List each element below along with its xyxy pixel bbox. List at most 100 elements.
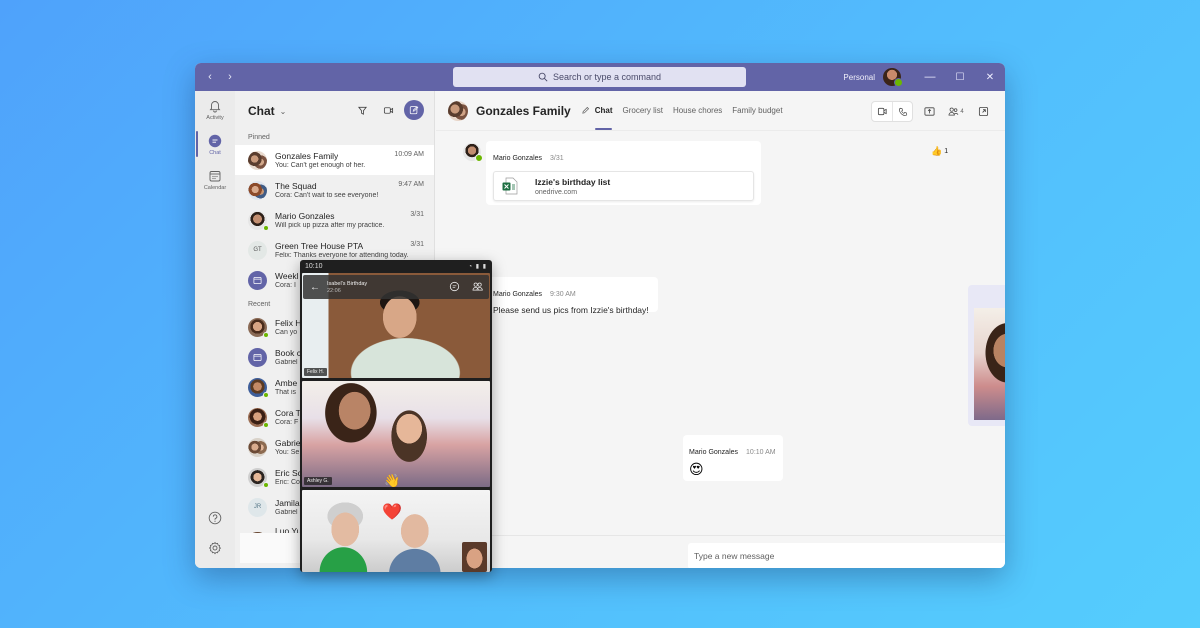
video-tile-ashley[interactable]: Ashley G. 👋 [302,381,490,487]
help-button[interactable] [195,511,235,525]
photo-mother-daughter[interactable] [974,308,1005,420]
chat-name: Felix H [275,318,302,328]
new-chat-button[interactable] [404,100,424,120]
presence-available-icon [263,224,269,231]
signal-battery-icon: ◔ ▮ ▮ [468,263,487,270]
profile-avatar[interactable] [883,68,903,87]
message-text: Mario Gonzales 9:30 AM Please send us pic… [486,277,658,315]
message-sender: Mario Gonzales [493,155,543,162]
back-arrow-icon[interactable]: ← [303,282,327,293]
chat-name: Jamila [275,498,300,508]
close-button[interactable]: ✕ [975,63,1005,91]
calendar-icon [253,276,262,284]
conversation-header: Gonzales Family Chat Grocery list House … [436,91,1005,131]
group-avatar [448,100,468,121]
file-host: onedrive.com [535,188,578,196]
back-button[interactable]: ‹ [204,71,216,83]
conversation-pane: Gonzales Family Chat Grocery list House … [436,91,1005,568]
chat-name: Mario Gonzales [275,211,335,221]
message-input[interactable]: Type a new message [688,543,1005,568]
chat-preview: You: Can't get enough of her. [275,162,366,169]
chat-name: Gabrie [275,438,301,448]
chat-item-mario-gonzales[interactable]: Mario Gonzales 3/31 Will pick up pizza af… [235,205,434,235]
rail-item-activity[interactable]: Activity [195,99,235,121]
reaction-like[interactable]: 👍 1 [931,146,948,157]
chat-name: The Squad [275,181,317,191]
search-box[interactable]: Search or type a command [453,67,746,87]
bell-icon [209,101,221,113]
rail-label: Calendar [203,185,227,191]
chevron-down-icon[interactable]: ⌄ [280,107,287,116]
user-avatar [248,407,269,428]
chat-item-the-squad[interactable]: The Squad 9:47 AM Cora: Can't wait to see… [235,175,434,205]
self-view-thumbnail[interactable] [462,542,487,572]
message-input-placeholder: Type a new message [694,551,775,561]
chat-preview: Will pick up pizza after my practice. [275,222,385,229]
meet-now-button[interactable] [378,100,398,120]
rail-label: Activity [206,115,224,121]
tab-house-chores[interactable]: House chores [673,91,722,131]
chat-time: 10:09 AM [394,151,424,158]
call-participants-button[interactable] [471,280,484,293]
maximize-button[interactable]: ☐ [945,63,975,91]
help-icon [208,511,222,525]
thumbs-up-icon: 👍 [931,146,943,156]
wave-reaction-icon: 👋 [384,473,401,487]
audio-call-button[interactable] [892,102,912,121]
file-name: Izzie's birthday list [535,176,611,187]
settings-button[interactable] [195,541,235,555]
search-icon [538,72,548,82]
reaction-count: 1 [944,148,949,155]
calendar-icon [253,353,262,361]
tab-label: Chat [594,106,613,115]
tab-chat[interactable]: Chat [594,91,613,131]
share-screen-button[interactable] [921,103,937,121]
phone-icon [898,107,907,116]
presence-available-icon [263,331,269,338]
rail-item-calendar[interactable]: Calendar [195,169,235,191]
chat-name: Gonzales Family [275,151,339,161]
message-file: Mario Gonzales 3/31 Izzie's birthday list… [486,141,761,205]
compose-icon [409,106,419,115]
chat-preview: Cora: Can't wait to see everyone! [275,192,379,199]
message-photos: ❤ 3 [968,285,1005,426]
chat-item-gonzales-family[interactable]: Gonzales Family 10:09 AM You: Can't get e… [235,145,434,175]
presence-available-icon [263,481,269,488]
video-icon [383,106,393,114]
video-tile-grandparents[interactable]: ❤️ [302,490,490,572]
user-avatar [248,210,269,231]
conversation-title: Gonzales Family [476,103,571,118]
meeting-title: Isabel's Birthday [327,280,368,287]
tab-family-budget[interactable]: Family budget [732,91,782,131]
chat-name: Eric Sc [275,468,302,478]
message-time: 3/31 [550,155,564,162]
chat-preview: Felix: Thanks everyone for attending tod… [275,252,409,259]
initials-avatar: JR [248,497,267,517]
chat-icon [208,134,222,148]
tab-grocery-list[interactable]: Grocery list [622,91,662,131]
meeting-avatar [248,347,267,367]
chat-bubble-icon [449,281,460,292]
search-placeholder: Search or type a command [552,72,662,82]
initials-avatar: GT [248,240,267,260]
video-call-icon [877,107,887,116]
phone-clock: 10:10 [305,262,323,270]
filter-button[interactable] [352,100,372,120]
chat-time: 3/31 [410,241,424,248]
chat-time: 9:47 AM [398,181,424,188]
pinned-section-label: Pinned [248,134,270,141]
message-emoji: Mario Gonzales 10:10 AM 😍 [683,435,783,481]
title-bar: ‹ › Search or type a command Personal — … [195,63,1005,91]
rail-item-chat[interactable]: Chat [195,134,235,156]
pop-out-button[interactable] [975,103,991,121]
tab-label: House chores [672,106,723,115]
chat-time: 3/31 [410,211,424,218]
forward-button[interactable]: › [224,71,236,83]
participants-button[interactable]: 4 [945,103,967,121]
participant-name: Ashley G. [304,477,332,485]
mobile-call-overlay: 10:10 ◔ ▮ ▮ ← Isabel's Birthday 22:06 Fe… [300,260,492,572]
video-call-button[interactable] [872,102,892,121]
minimize-button[interactable]: — [915,63,945,91]
call-chat-button[interactable] [448,280,461,293]
file-attachment[interactable]: Izzie's birthday list onedrive.com [493,171,754,201]
